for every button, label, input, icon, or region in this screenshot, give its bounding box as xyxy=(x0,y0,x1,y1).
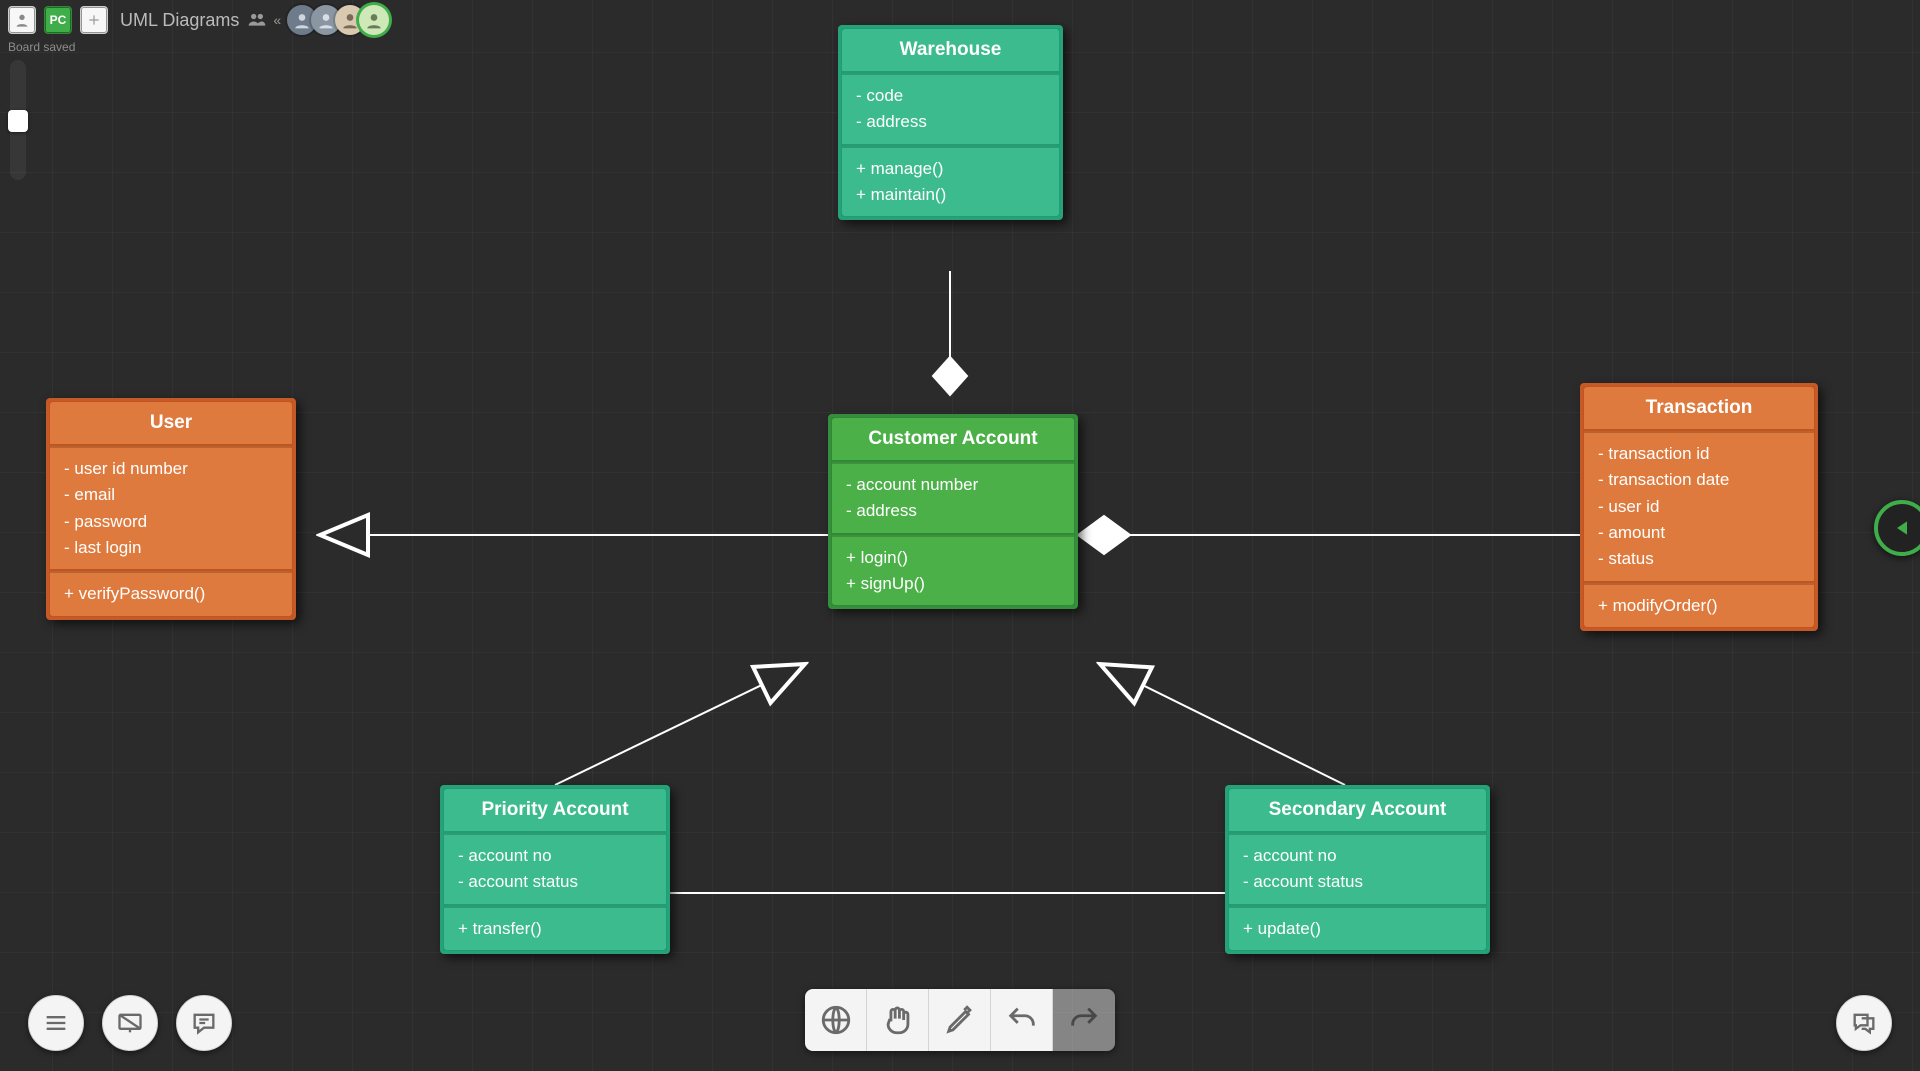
bottom-toolbar xyxy=(805,989,1115,1051)
class-ops: + verifyPassword() xyxy=(50,571,292,615)
class-ops: + login() + signUp() xyxy=(832,535,1074,606)
class-attrs: - user id number - email - password - la… xyxy=(50,446,292,569)
bottom-right-buttons xyxy=(1836,995,1892,1051)
class-user[interactable]: User - user id number - email - password… xyxy=(46,398,296,620)
board-title: UML Diagrams xyxy=(120,10,239,31)
class-warehouse[interactable]: Warehouse - code - address + manage() + … xyxy=(838,25,1063,220)
tool-hand[interactable] xyxy=(867,989,929,1051)
side-panel-toggle[interactable] xyxy=(1874,500,1920,556)
tool-globe[interactable] xyxy=(805,989,867,1051)
class-ops: + modifyOrder() xyxy=(1584,583,1814,627)
class-title: Customer Account xyxy=(832,418,1074,460)
class-title: User xyxy=(50,402,292,444)
user-badge-label: PC xyxy=(50,13,67,27)
comments-icon xyxy=(190,1009,218,1037)
home-button[interactable] xyxy=(8,6,36,34)
collaborators-icon[interactable] xyxy=(247,9,267,32)
menu-icon xyxy=(42,1009,70,1037)
chat-icon xyxy=(1850,1009,1878,1037)
class-secondary-account[interactable]: Secondary Account - account no - account… xyxy=(1225,785,1490,954)
tool-draw[interactable] xyxy=(929,989,991,1051)
avatar[interactable] xyxy=(359,5,389,35)
top-bar: PC UML Diagrams « xyxy=(0,0,1920,40)
class-attrs: - account number - address xyxy=(832,462,1074,533)
redo-icon xyxy=(1067,1003,1101,1037)
present-icon xyxy=(116,1009,144,1037)
class-attrs: - account no - account status xyxy=(1229,833,1486,904)
class-title: Secondary Account xyxy=(1229,789,1486,831)
class-attrs: - transaction id - transaction date - us… xyxy=(1584,431,1814,581)
globe-icon xyxy=(819,1003,853,1037)
pencil-icon xyxy=(943,1003,977,1037)
saved-label: Board saved xyxy=(8,40,75,54)
zoom-thumb[interactable] xyxy=(8,110,28,132)
add-button[interactable] xyxy=(80,6,108,34)
hand-icon xyxy=(881,1003,915,1037)
zoom-slider[interactable] xyxy=(10,60,26,180)
class-priority-account[interactable]: Priority Account - account no - account … xyxy=(440,785,670,954)
class-title: Transaction xyxy=(1584,387,1814,429)
class-ops: + update() xyxy=(1229,906,1486,950)
tool-undo[interactable] xyxy=(991,989,1053,1051)
tool-redo xyxy=(1053,989,1115,1051)
class-ops: + manage() + maintain() xyxy=(842,146,1059,217)
undo-icon xyxy=(1005,1003,1039,1037)
bottom-left-buttons xyxy=(28,995,232,1051)
class-title: Priority Account xyxy=(444,789,666,831)
present-button[interactable] xyxy=(102,995,158,1051)
user-badge[interactable]: PC xyxy=(44,6,72,34)
chevron-left-icon[interactable]: « xyxy=(273,12,281,28)
class-attrs: - code - address xyxy=(842,73,1059,144)
class-ops: + transfer() xyxy=(444,906,666,950)
class-customer-account[interactable]: Customer Account - account number - addr… xyxy=(828,414,1078,609)
class-transaction[interactable]: Transaction - transaction id - transacti… xyxy=(1580,383,1818,631)
class-attrs: - account no - account status xyxy=(444,833,666,904)
chat-button[interactable] xyxy=(1836,995,1892,1051)
menu-button[interactable] xyxy=(28,995,84,1051)
comments-button[interactable] xyxy=(176,995,232,1051)
play-left-icon xyxy=(1892,518,1912,538)
avatar-stack xyxy=(287,5,389,35)
